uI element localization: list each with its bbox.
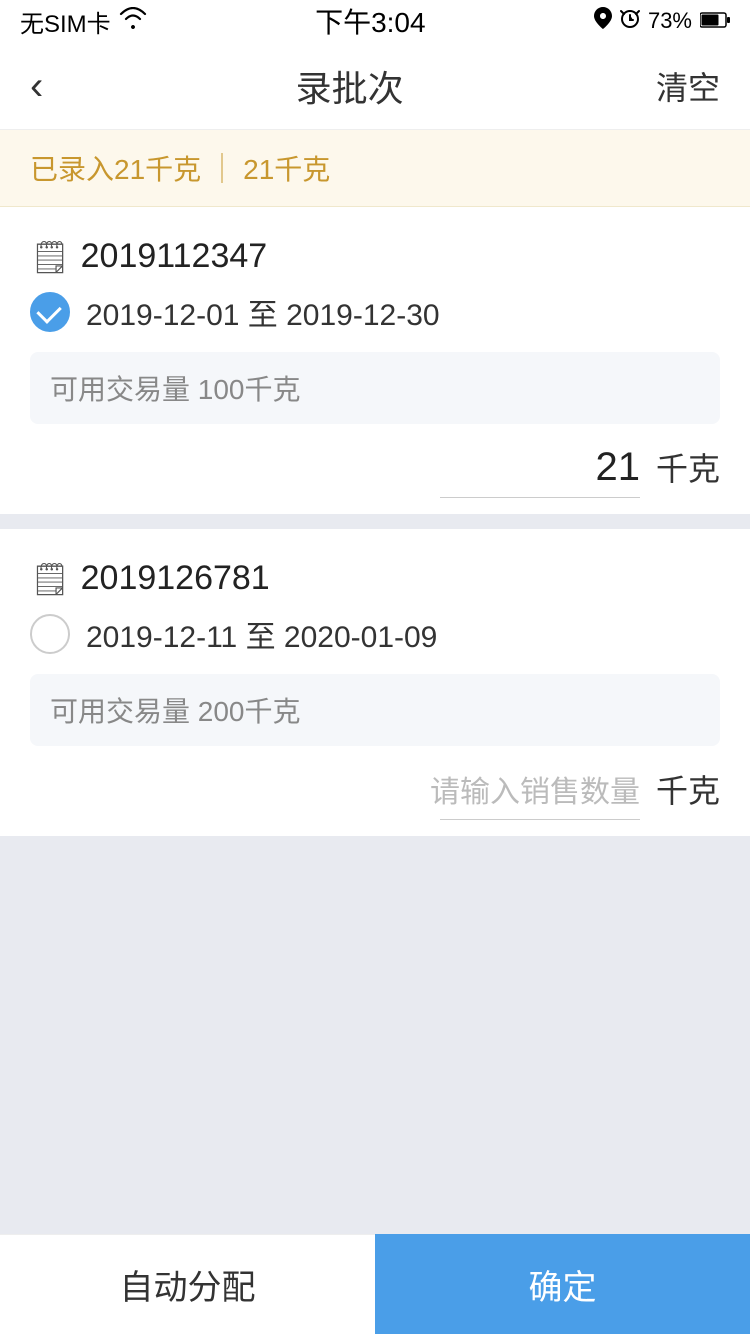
batch1-icon: 🗒 — [30, 238, 71, 276]
info-banner: 已录入21千克 21千克 — [0, 130, 750, 207]
confirm-button[interactable]: 确定 — [375, 1234, 750, 1334]
batch1-header: 🗒 2019112347 — [30, 237, 720, 276]
clear-button[interactable]: 清空 — [656, 63, 720, 109]
back-button[interactable]: ‹ — [30, 66, 43, 106]
batch1-date-row: 2019-12-01 至 2019-12-30 — [30, 290, 720, 334]
batch2-card: 🗒 2019126781 2019-12-11 至 2020-01-09 可用交… — [0, 529, 750, 746]
batch1-card: 🗒 2019112347 2019-12-01 至 2019-12-30 可用交… — [0, 207, 750, 424]
status-left: 无SIM卡 — [20, 4, 147, 39]
auto-distribute-button[interactable]: 自动分配 — [0, 1234, 375, 1334]
quantity-underline — [440, 497, 640, 498]
status-right: 73% — [594, 7, 730, 35]
main-content: 🗒 2019112347 2019-12-01 至 2019-12-30 可用交… — [0, 207, 750, 1311]
status-bar: 无SIM卡 下午3:04 73% — [0, 0, 750, 42]
total-amount: 21千克 — [243, 148, 330, 188]
page-title: 录批次 — [296, 60, 404, 112]
batch1-radio[interactable] — [30, 292, 70, 332]
batch1-available: 可用交易量 100千克 — [30, 352, 720, 424]
carrier-text: 无SIM卡 — [20, 4, 111, 39]
nav-bar: ‹ 录批次 清空 — [0, 42, 750, 130]
batch2-header: 🗒 2019126781 — [30, 559, 720, 598]
batch1-quantity-row: 21 千克 — [0, 424, 750, 515]
batch2-icon: 🗒 — [30, 560, 71, 598]
batch2-input-unit: 千克 — [656, 766, 720, 812]
alarm-icon — [620, 7, 640, 35]
batch2-id: 2019126781 — [81, 559, 270, 598]
battery-text: 73% — [648, 8, 692, 34]
section-divider — [0, 515, 750, 529]
batch1-quantity-unit: 千克 — [656, 444, 720, 490]
batch2-date: 2019-12-11 至 2020-01-09 — [86, 612, 437, 656]
recorded-amount: 已录入21千克 — [30, 148, 201, 188]
battery-icon — [700, 8, 730, 34]
batch1-date: 2019-12-01 至 2019-12-30 — [86, 290, 440, 334]
batch2-available: 可用交易量 200千克 — [30, 674, 720, 746]
location-icon — [594, 7, 612, 35]
batch2-date-row: 2019-12-11 至 2020-01-09 — [30, 612, 720, 656]
input-underline — [440, 819, 640, 820]
batch2-radio[interactable] — [30, 614, 70, 654]
wifi-icon — [119, 7, 147, 36]
bottom-bar: 自动分配 确定 — [0, 1234, 750, 1334]
time-display: 下午3:04 — [315, 1, 426, 41]
banner-divider — [221, 153, 223, 183]
batch1-id: 2019112347 — [81, 237, 268, 276]
batch2-input-placeholder: 请输入销售数量 — [430, 767, 640, 811]
batch1-quantity-value[interactable]: 21 — [595, 445, 640, 490]
batch2-input-row[interactable]: 请输入销售数量 千克 — [0, 746, 750, 837]
